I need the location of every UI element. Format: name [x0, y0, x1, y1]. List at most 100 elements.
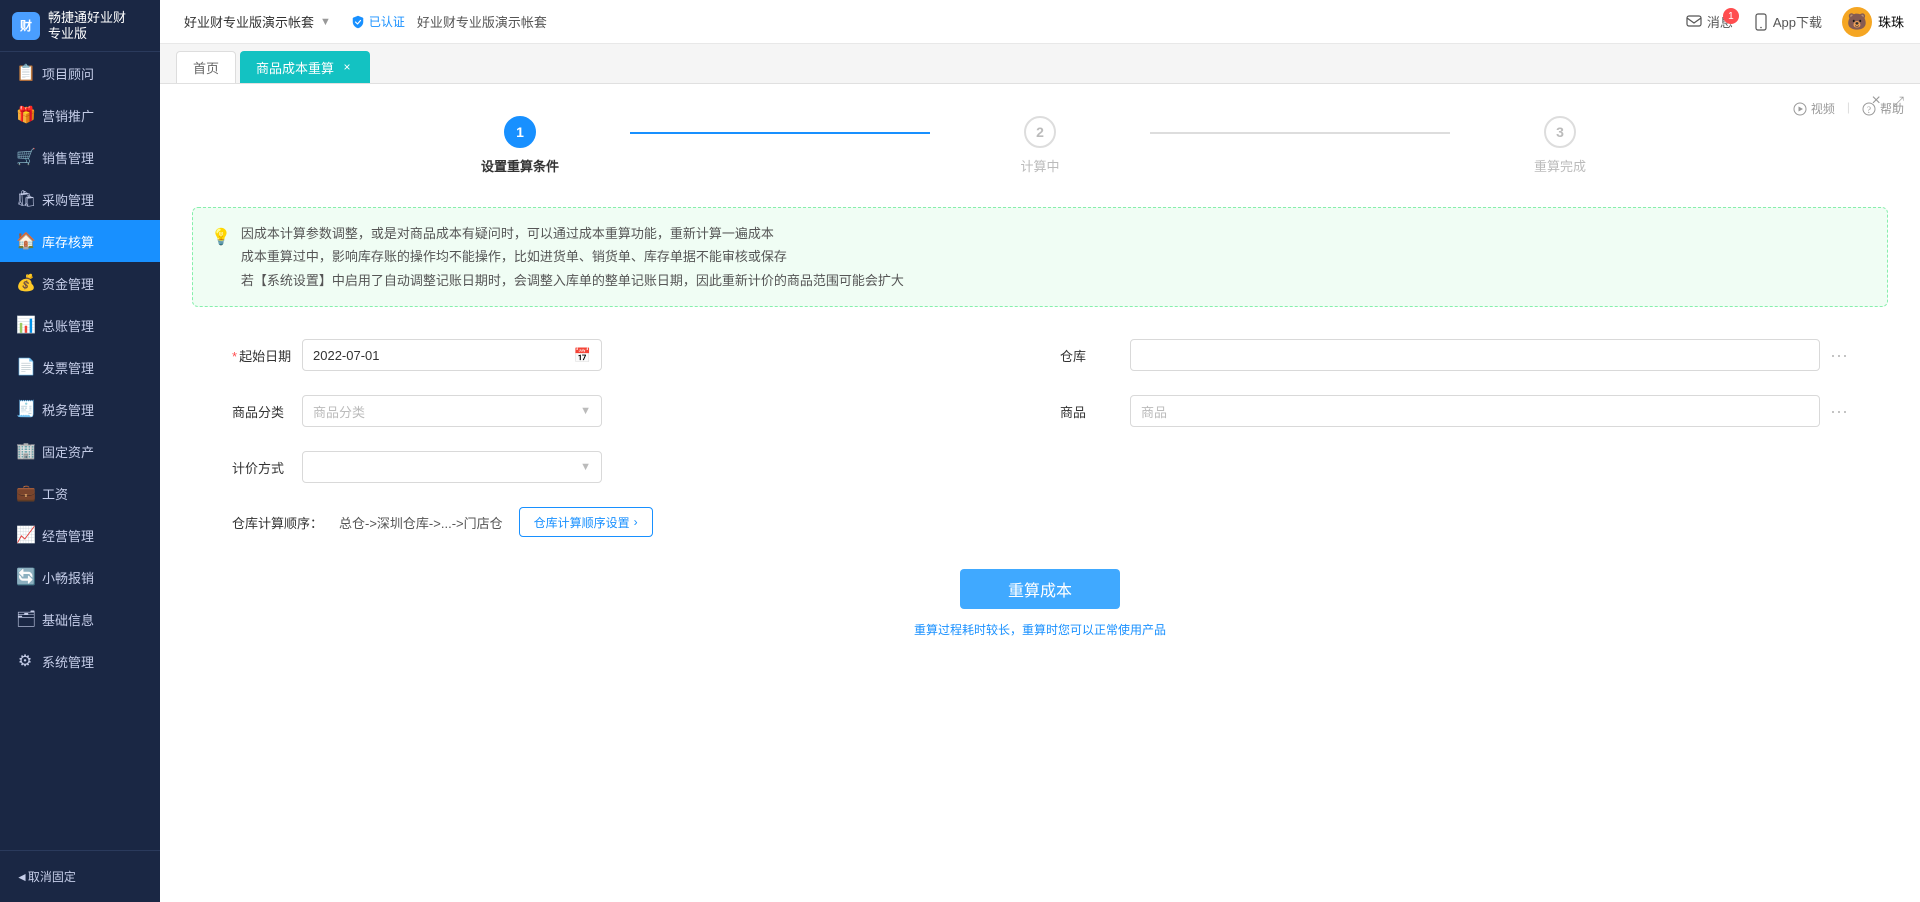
sidebar-item-salary[interactable]: 💼 工资	[0, 472, 160, 514]
tab-home-label: 首页	[193, 58, 219, 77]
sidebar-item-label: 固定资产	[42, 442, 94, 461]
sidebar-item-basic[interactable]: 🗂 基础信息	[0, 598, 160, 640]
help-divider: |	[1847, 100, 1850, 117]
app-logo: 财 畅捷通好业财 专业版	[0, 0, 160, 52]
avatar-image: 🐻	[1842, 7, 1872, 37]
topbar-right: 消息 1 App下载 🐻 珠珠	[1685, 7, 1904, 37]
video-icon	[1793, 102, 1807, 116]
sidebar-item-label: 经营管理	[42, 526, 94, 545]
warehouse-order-settings-button[interactable]: 仓库计算顺序设置 ›	[519, 507, 653, 537]
account-dropdown-icon: ▼	[320, 16, 331, 28]
help-label: 帮助	[1880, 100, 1904, 117]
info-box: 💡 因成本计算参数调整，或是对商品成本有疑问时，可以通过成本重算功能，重新计算一…	[192, 207, 1888, 307]
sidebar-item-project[interactable]: 📋 项目顾问	[0, 52, 160, 94]
price-method-label: 计价方式	[232, 458, 292, 477]
sidebar-item-assets[interactable]: 🏢 固定资产	[0, 430, 160, 472]
shield-icon	[351, 15, 365, 29]
marketing-icon: 🎁	[16, 105, 34, 125]
warehouse-more-button[interactable]: ···	[1830, 345, 1848, 366]
content-area: × ⤢ 1 设置重算条件 2 计算中 3 重算完成	[160, 84, 1920, 902]
sidebar-item-purchase[interactable]: 🛍 采购管理	[0, 178, 160, 220]
step-2: 2 计算中	[930, 116, 1150, 175]
warehouse-label: 仓库	[1060, 346, 1120, 365]
verified-label: 已认证	[369, 13, 405, 30]
assets-icon: 🏢	[16, 441, 34, 461]
product-label: 商品	[1060, 402, 1120, 421]
sidebar-item-sales[interactable]: 🛒 销售管理	[0, 136, 160, 178]
warehouse-btn-icon: ›	[634, 515, 638, 529]
sidebar-item-label: 总账管理	[42, 316, 94, 335]
inventory-icon: 🏠	[16, 231, 34, 251]
sidebar-item-label: 项目顾问	[42, 64, 94, 83]
step-1-circle: 1	[504, 116, 536, 148]
product-item: 商品 商品 ···	[1060, 395, 1848, 427]
warehouse-order-row: 仓库计算顺序： 总仓->深圳仓库->...->门店仓 仓库计算顺序设置 ›	[192, 507, 1888, 537]
form-row-2: 商品分类 商品分类 ▼ 商品 商品 ···	[232, 395, 1848, 427]
product-more-button[interactable]: ···	[1830, 401, 1848, 422]
verified-badge: 已认证	[351, 13, 405, 30]
sidebar-item-operations[interactable]: 📈 经营管理	[0, 514, 160, 556]
topbar: 好业财专业版演示帐套 ▼ 已认证 好业财专业版演示帐套 消息 1	[160, 0, 1920, 44]
sidebar-item-finance[interactable]: 💰 资金管理	[0, 262, 160, 304]
account-selector[interactable]: 好业财专业版演示帐套 ▼	[176, 8, 339, 35]
user-avatar[interactable]: 🐻 珠珠	[1842, 7, 1904, 37]
price-method-dropdown-icon: ▼	[580, 461, 591, 473]
sidebar-item-expenses[interactable]: 🔄 小畅报销	[0, 556, 160, 598]
sales-icon: 🛒	[16, 147, 34, 167]
tab-home[interactable]: 首页	[176, 51, 236, 83]
verified-account: 好业财专业版演示帐套	[417, 12, 547, 31]
tab-close-button[interactable]: ×	[340, 60, 354, 74]
warehouse-btn-label: 仓库计算顺序设置	[534, 514, 630, 531]
step-1-label: 设置重算条件	[481, 156, 559, 175]
info-icon: 💡	[211, 224, 231, 292]
unpin-label: ◄取消固定	[16, 868, 76, 885]
price-method-select[interactable]: ▼	[302, 451, 602, 483]
help-icon: ?	[1862, 102, 1876, 116]
sidebar-item-system[interactable]: ⚙ 系统管理	[0, 640, 160, 682]
submit-area: 重算成本 重算过程耗时较长，重算时您可以正常使用产品	[192, 569, 1888, 638]
sidebar-item-accounting[interactable]: 📊 总账管理	[0, 304, 160, 346]
purchase-icon: 🛍	[16, 189, 34, 209]
logo-text-block: 畅捷通好业财 专业版	[48, 10, 126, 41]
tab-recalc-label: 商品成本重算	[256, 58, 334, 77]
sidebar-item-label: 税务管理	[42, 400, 94, 419]
product-placeholder: 商品	[1141, 402, 1167, 421]
category-dropdown-icon: ▼	[580, 405, 591, 417]
step-1: 1 设置重算条件	[410, 116, 630, 175]
sidebar-item-invoice[interactable]: 📄 发票管理	[0, 346, 160, 388]
price-method-item: 计价方式 ▼	[232, 451, 1020, 483]
logo-icon: 财	[12, 12, 40, 40]
sidebar-item-label: 工资	[42, 484, 68, 503]
start-date-item: *起始日期 2022-07-01 📅	[232, 339, 1020, 371]
video-help-button[interactable]: 视频	[1793, 100, 1835, 117]
sidebar: 财 畅捷通好业财 专业版 📋 项目顾问 🎁 营销推广 🛒 销售管理 🛍 采购管理…	[0, 0, 160, 902]
sidebar-item-inventory[interactable]: 🏠 库存核算	[0, 220, 160, 262]
user-name: 珠珠	[1878, 12, 1904, 31]
sidebar-item-tax[interactable]: 🧾 税务管理	[0, 388, 160, 430]
basic-icon: 🗂	[16, 609, 34, 629]
sidebar-item-label: 资金管理	[42, 274, 94, 293]
sidebar-item-label: 发票管理	[42, 358, 94, 377]
sidebar-bottom: ◄取消固定	[0, 850, 160, 902]
category-select[interactable]: 商品分类 ▼	[302, 395, 602, 427]
info-line-1: 因成本计算参数调整，或是对商品成本有疑问时，可以通过成本重算功能，重新计算一遍成…	[241, 222, 904, 245]
sidebar-item-marketing[interactable]: 🎁 营销推广	[0, 94, 160, 136]
start-date-label: *起始日期	[232, 346, 292, 365]
sidebar-item-label: 采购管理	[42, 190, 94, 209]
warehouse-input[interactable]	[1130, 339, 1820, 371]
tab-recalc[interactable]: 商品成本重算 ×	[240, 51, 370, 83]
accounting-icon: 📊	[16, 315, 34, 335]
app-download-button[interactable]: App下载	[1753, 12, 1822, 31]
sidebar-item-label: 基础信息	[42, 610, 94, 629]
unpin-button[interactable]: ◄取消固定	[0, 859, 160, 894]
start-date-input[interactable]: 2022-07-01 📅	[302, 339, 602, 371]
submit-button[interactable]: 重算成本	[960, 569, 1120, 609]
sidebar-nav: 📋 项目顾问 🎁 营销推广 🛒 销售管理 🛍 采购管理 🏠 库存核算 💰 资金管…	[0, 52, 160, 850]
warehouse-item: 仓库 ···	[1060, 339, 1848, 371]
app-edition: 专业版	[48, 26, 126, 42]
account-name: 好业财专业版演示帐套	[184, 12, 314, 31]
messages-button[interactable]: 消息 1	[1685, 12, 1733, 31]
help-button[interactable]: ? 帮助	[1862, 100, 1904, 117]
sidebar-item-label: 系统管理	[42, 652, 94, 671]
product-input[interactable]: 商品	[1130, 395, 1820, 427]
